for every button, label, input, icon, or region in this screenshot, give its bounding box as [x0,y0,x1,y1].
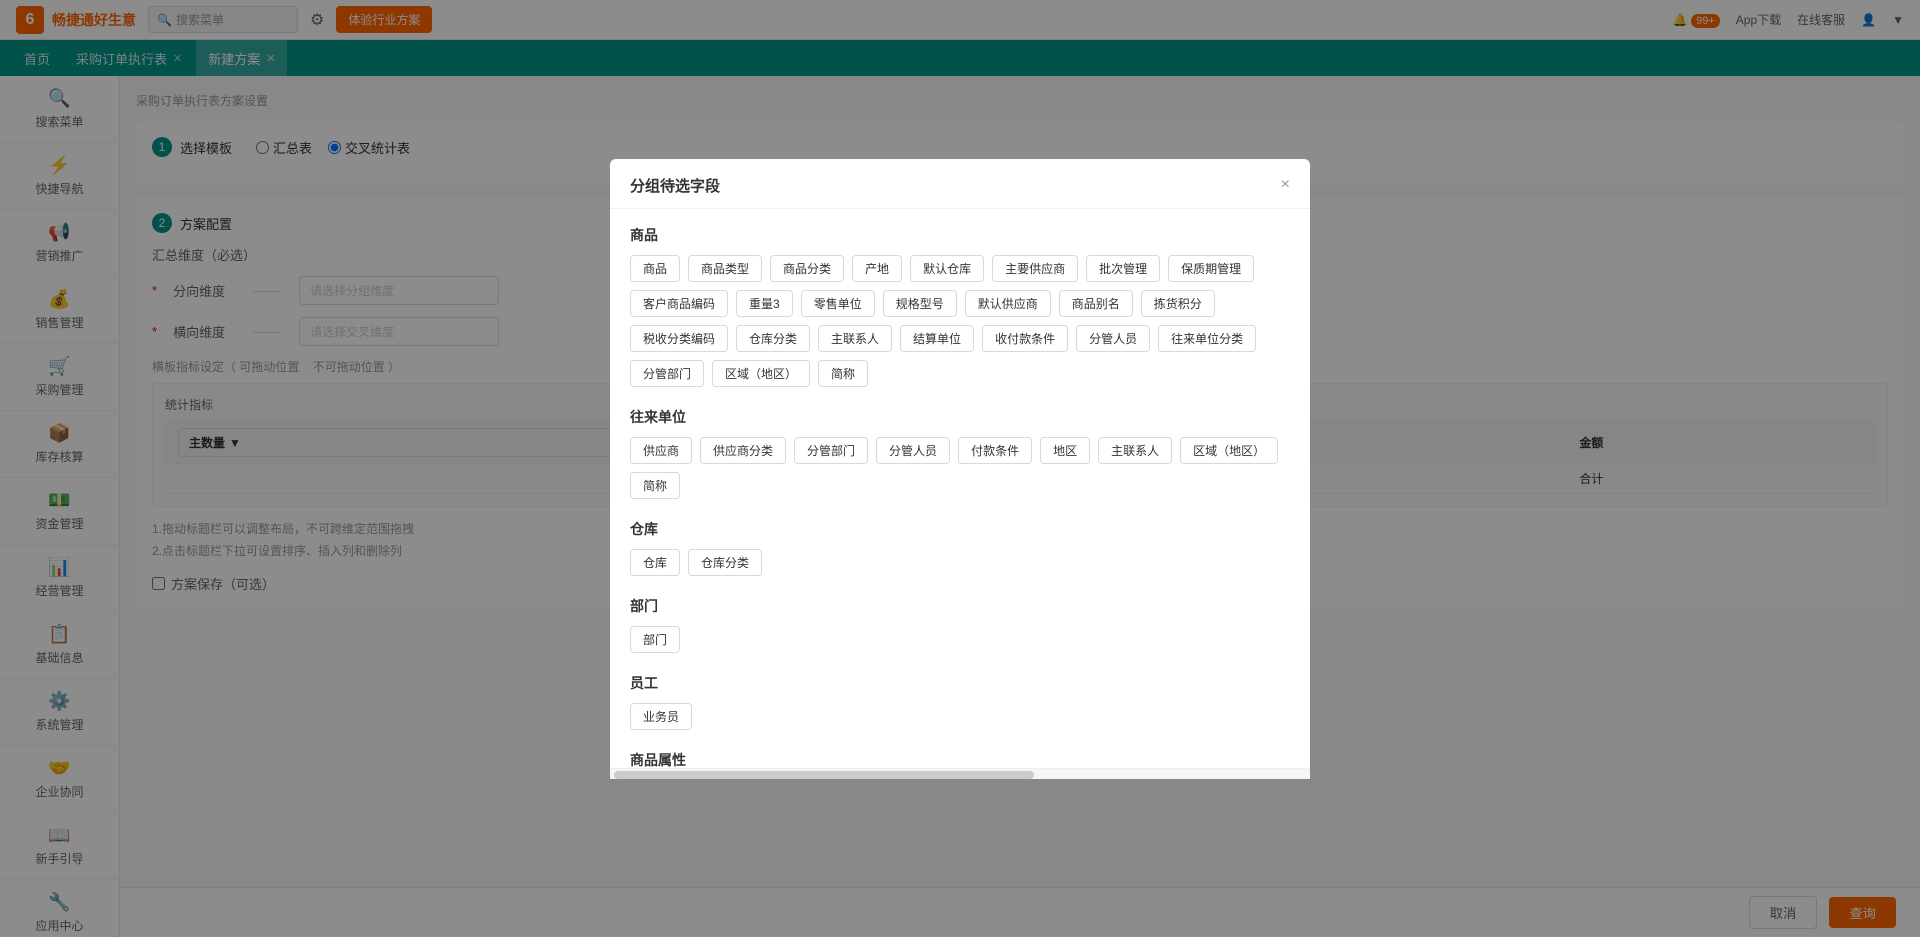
field-tag[interactable]: 收付款条件 [982,325,1068,352]
field-tag[interactable]: 结算单位 [900,325,974,352]
field-tag[interactable]: 客户商品编码 [630,290,728,317]
field-tag[interactable]: 默认供应商 [965,290,1051,317]
dialog: 分组待选字段 × 商品 商品 商品类型 商品分类 产地 默认仓库 主要供应商 批… [610,159,1310,779]
field-tag[interactable]: 主联系人 [1098,437,1172,464]
field-tag[interactable]: 区域（地区） [1180,437,1278,464]
dialog-close-button[interactable]: × [1281,176,1290,194]
section-employee-title: 员工 [630,673,1290,693]
field-tag[interactable]: 主联系人 [818,325,892,352]
field-tag[interactable]: 业务员 [630,703,692,730]
section-warehouse: 仓库 仓库 仓库分类 [630,519,1290,576]
section-goods-title: 商品 [630,225,1290,245]
section-warehouse-title: 仓库 [630,519,1290,539]
field-tag[interactable]: 供应商分类 [700,437,786,464]
field-tag[interactable]: 仓库分类 [688,549,762,576]
field-tag[interactable]: 税收分类编码 [630,325,728,352]
section-goods: 商品 商品 商品类型 商品分类 产地 默认仓库 主要供应商 批次管理 保质期管理… [630,225,1290,387]
field-tag[interactable]: 简称 [818,360,868,387]
field-tag[interactable]: 付款条件 [958,437,1032,464]
section-department: 部门 部门 [630,596,1290,653]
field-tag[interactable]: 区域（地区） [712,360,810,387]
field-grid-employee: 业务员 [630,703,1290,730]
field-tag[interactable]: 分管部门 [794,437,868,464]
dialog-hscroll[interactable] [610,768,1310,778]
modal-overlay: 分组待选字段 × 商品 商品 商品类型 商品分类 产地 默认仓库 主要供应商 批… [0,0,1920,937]
section-partners: 往来单位 供应商 供应商分类 分管部门 分管人员 付款条件 地区 主联系人 区域… [630,407,1290,499]
dialog-title: 分组待选字段 [630,175,720,196]
field-tag[interactable]: 分管人员 [1076,325,1150,352]
field-tag[interactable]: 重量3 [736,290,793,317]
field-tag[interactable]: 部门 [630,626,680,653]
field-grid-warehouse: 仓库 仓库分类 [630,549,1290,576]
field-tag[interactable]: 规格型号 [883,290,957,317]
field-tag[interactable]: 简称 [630,472,680,499]
section-partners-title: 往来单位 [630,407,1290,427]
field-tag[interactable]: 分管人员 [876,437,950,464]
field-tag[interactable]: 仓库分类 [736,325,810,352]
field-tag[interactable]: 地区 [1040,437,1090,464]
dialog-body: 商品 商品 商品类型 商品分类 产地 默认仓库 主要供应商 批次管理 保质期管理… [610,209,1310,769]
field-tag[interactable]: 供应商 [630,437,692,464]
field-tag[interactable]: 零售单位 [801,290,875,317]
field-tag[interactable]: 分管部门 [630,360,704,387]
dialog-header: 分组待选字段 × [610,159,1310,209]
field-tag[interactable]: 商品 [630,255,680,282]
section-department-title: 部门 [630,596,1290,616]
field-tag[interactable]: 默认仓库 [910,255,984,282]
field-tag[interactable]: 商品类型 [688,255,762,282]
section-product-attr-title: 商品属性 [630,750,1290,769]
hscroll-thumb[interactable] [614,771,1034,779]
field-grid-partners: 供应商 供应商分类 分管部门 分管人员 付款条件 地区 主联系人 区域（地区） … [630,437,1290,499]
section-product-attr: 商品属性 属性 颜色 多规格 尺码 鞋码 1 [630,750,1290,769]
field-tag[interactable]: 产地 [852,255,902,282]
field-tag[interactable]: 批次管理 [1086,255,1160,282]
field-grid-goods: 商品 商品类型 商品分类 产地 默认仓库 主要供应商 批次管理 保质期管理 客户… [630,255,1290,387]
field-grid-department: 部门 [630,626,1290,653]
field-tag[interactable]: 保质期管理 [1168,255,1254,282]
field-tag[interactable]: 主要供应商 [992,255,1078,282]
field-tag[interactable]: 商品分类 [770,255,844,282]
field-tag[interactable]: 拣货积分 [1141,290,1215,317]
field-tag[interactable]: 仓库 [630,549,680,576]
field-tag[interactable]: 往来单位分类 [1158,325,1256,352]
section-employee: 员工 业务员 [630,673,1290,730]
field-tag[interactable]: 商品别名 [1059,290,1133,317]
